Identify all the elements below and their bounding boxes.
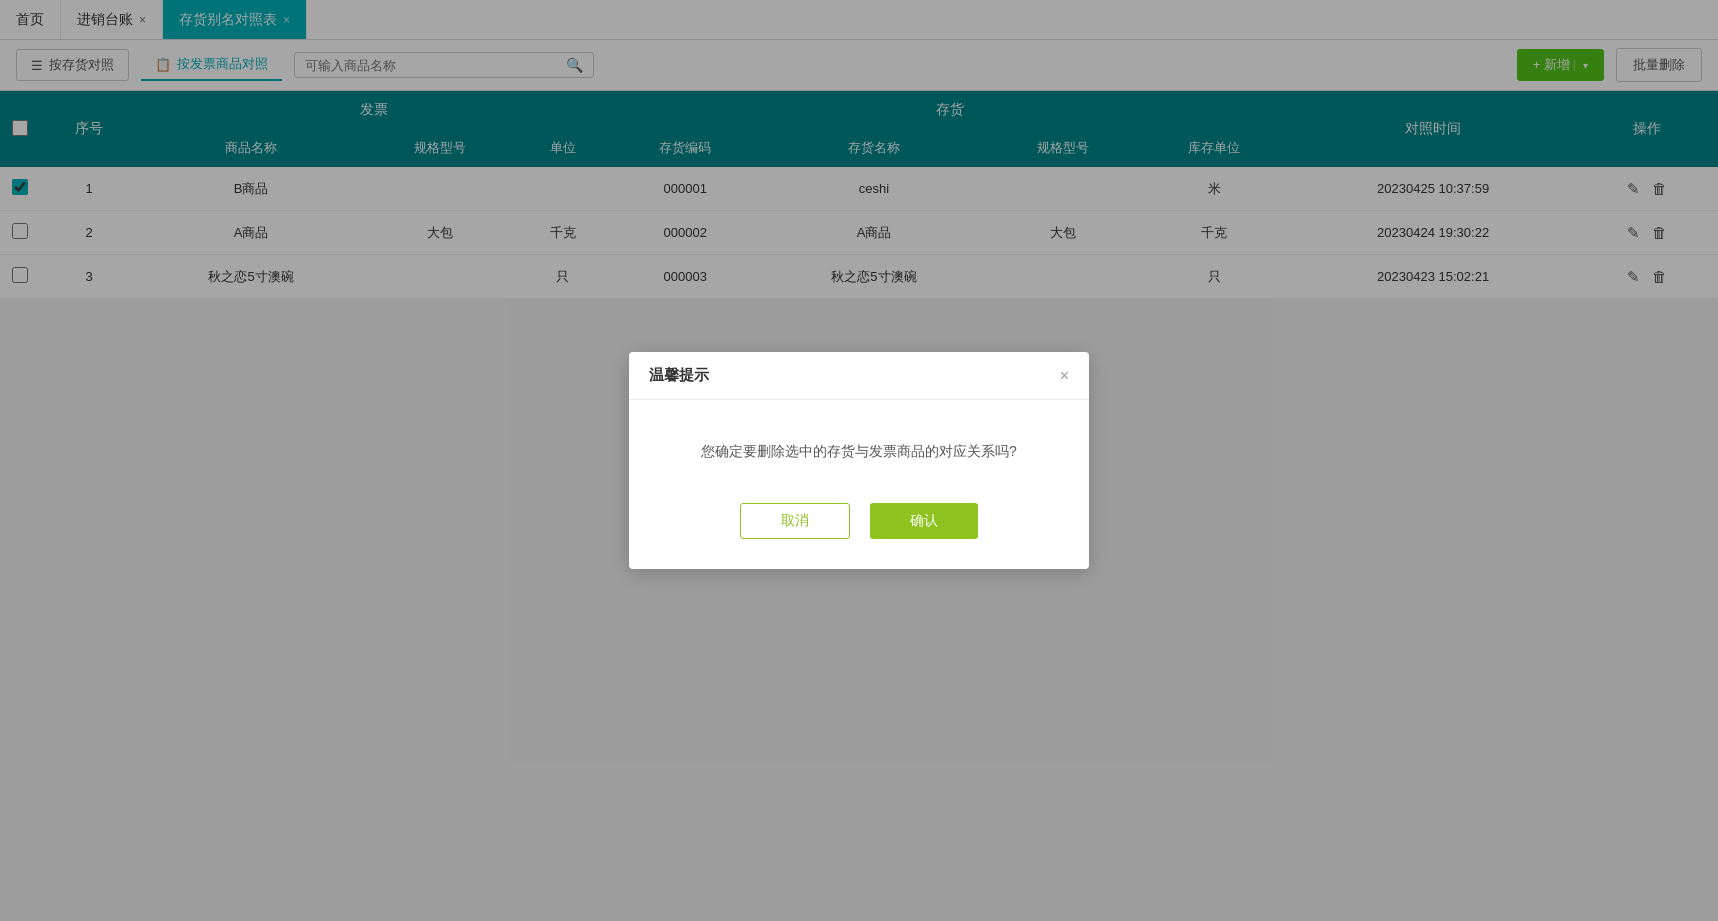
- modal-overlay: 温馨提示 × 您确定要删除选中的存货与发票商品的对应关系吗? 取消 确认: [0, 0, 1718, 299]
